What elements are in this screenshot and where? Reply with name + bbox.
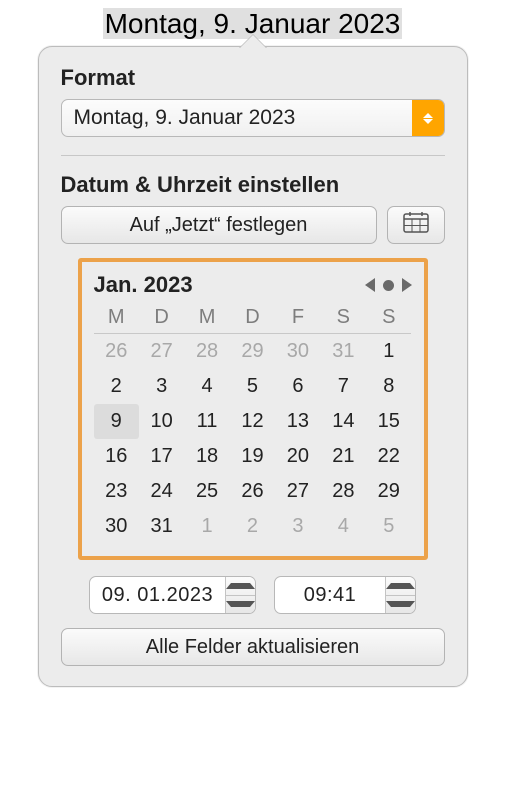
calendar-dow: S xyxy=(366,306,411,334)
calendar-day[interactable]: 17 xyxy=(139,439,184,474)
calendar-month-label: Jan. 2023 xyxy=(94,272,193,298)
calendar-day[interactable]: 26 xyxy=(94,334,139,369)
calendar-day[interactable]: 7 xyxy=(321,369,366,404)
calendar: Jan. 2023 MDMDFSS26272829303112345678910… xyxy=(78,258,428,560)
today-button[interactable] xyxy=(383,280,394,291)
calendar-day[interactable]: 30 xyxy=(94,509,139,544)
calendar-day[interactable]: 14 xyxy=(321,404,366,439)
calendar-day[interactable]: 23 xyxy=(94,474,139,509)
calendar-dow: D xyxy=(139,306,184,334)
calendar-day[interactable]: 2 xyxy=(94,369,139,404)
calendar-day[interactable]: 28 xyxy=(184,334,229,369)
calendar-day[interactable]: 2 xyxy=(230,509,275,544)
separator xyxy=(61,155,445,156)
calendar-day[interactable]: 29 xyxy=(366,474,411,509)
calendar-day[interactable]: 26 xyxy=(230,474,275,509)
format-dropdown[interactable]: Montag, 9. Januar 2023 xyxy=(61,99,445,137)
calendar-day[interactable]: 13 xyxy=(275,404,320,439)
calendar-day[interactable]: 5 xyxy=(366,509,411,544)
calendar-dow: M xyxy=(184,306,229,334)
calendar-day[interactable]: 29 xyxy=(230,334,275,369)
calendar-day[interactable]: 21 xyxy=(321,439,366,474)
date-step-up[interactable] xyxy=(226,577,255,595)
calendar-day[interactable]: 4 xyxy=(184,369,229,404)
calendar-day[interactable]: 11 xyxy=(184,404,229,439)
calendar-day[interactable]: 22 xyxy=(366,439,411,474)
calendar-day[interactable]: 27 xyxy=(139,334,184,369)
calendar-day[interactable]: 18 xyxy=(184,439,229,474)
prev-month-button[interactable] xyxy=(365,278,375,292)
calendar-day[interactable]: 16 xyxy=(94,439,139,474)
update-all-fields-button[interactable]: Alle Felder aktualisieren xyxy=(61,628,445,666)
format-dropdown-value: Montag, 9. Januar 2023 xyxy=(74,106,296,130)
calendar-day[interactable]: 5 xyxy=(230,369,275,404)
calendar-day[interactable]: 20 xyxy=(275,439,320,474)
calendar-day[interactable]: 15 xyxy=(366,404,411,439)
calendar-day[interactable]: 30 xyxy=(275,334,320,369)
calendar-day[interactable]: 27 xyxy=(275,474,320,509)
calendar-day[interactable]: 10 xyxy=(139,404,184,439)
calendar-day[interactable]: 1 xyxy=(184,509,229,544)
calendar-day[interactable]: 31 xyxy=(321,334,366,369)
calendar-dow: M xyxy=(94,306,139,334)
calendar-dow: D xyxy=(230,306,275,334)
date-field[interactable]: 09. 01.2023 xyxy=(89,576,256,614)
format-label: Format xyxy=(61,65,445,91)
date-format-popover: Format Montag, 9. Januar 2023 Datum & Uh… xyxy=(38,46,468,687)
calendar-day[interactable]: 28 xyxy=(321,474,366,509)
calendar-day[interactable]: 9 xyxy=(94,404,139,439)
calendar-day[interactable]: 31 xyxy=(139,509,184,544)
time-field[interactable]: 09:41 xyxy=(274,576,416,614)
date-stepper[interactable] xyxy=(225,577,255,613)
calendar-day[interactable]: 19 xyxy=(230,439,275,474)
calendar-day[interactable]: 24 xyxy=(139,474,184,509)
next-month-button[interactable] xyxy=(402,278,412,292)
time-step-up[interactable] xyxy=(386,577,415,595)
time-stepper[interactable] xyxy=(385,577,415,613)
calendar-day[interactable]: 8 xyxy=(366,369,411,404)
date-step-down[interactable] xyxy=(226,596,255,614)
calendar-day[interactable]: 6 xyxy=(275,369,320,404)
calendar-day[interactable]: 3 xyxy=(275,509,320,544)
dropdown-arrows-icon xyxy=(412,100,444,136)
set-to-now-button[interactable]: Auf „Jetzt“ festlegen xyxy=(61,206,377,244)
calendar-day[interactable]: 3 xyxy=(139,369,184,404)
calendar-day[interactable]: 12 xyxy=(230,404,275,439)
datetime-label: Datum & Uhrzeit einstellen xyxy=(61,172,445,198)
calendar-toggle-button[interactable] xyxy=(387,206,445,244)
calendar-dow: F xyxy=(275,306,320,334)
calendar-day[interactable]: 1 xyxy=(366,334,411,369)
calendar-day[interactable]: 4 xyxy=(321,509,366,544)
calendar-icon xyxy=(403,211,429,239)
calendar-day[interactable]: 25 xyxy=(184,474,229,509)
time-step-down[interactable] xyxy=(386,596,415,614)
calendar-dow: S xyxy=(321,306,366,334)
